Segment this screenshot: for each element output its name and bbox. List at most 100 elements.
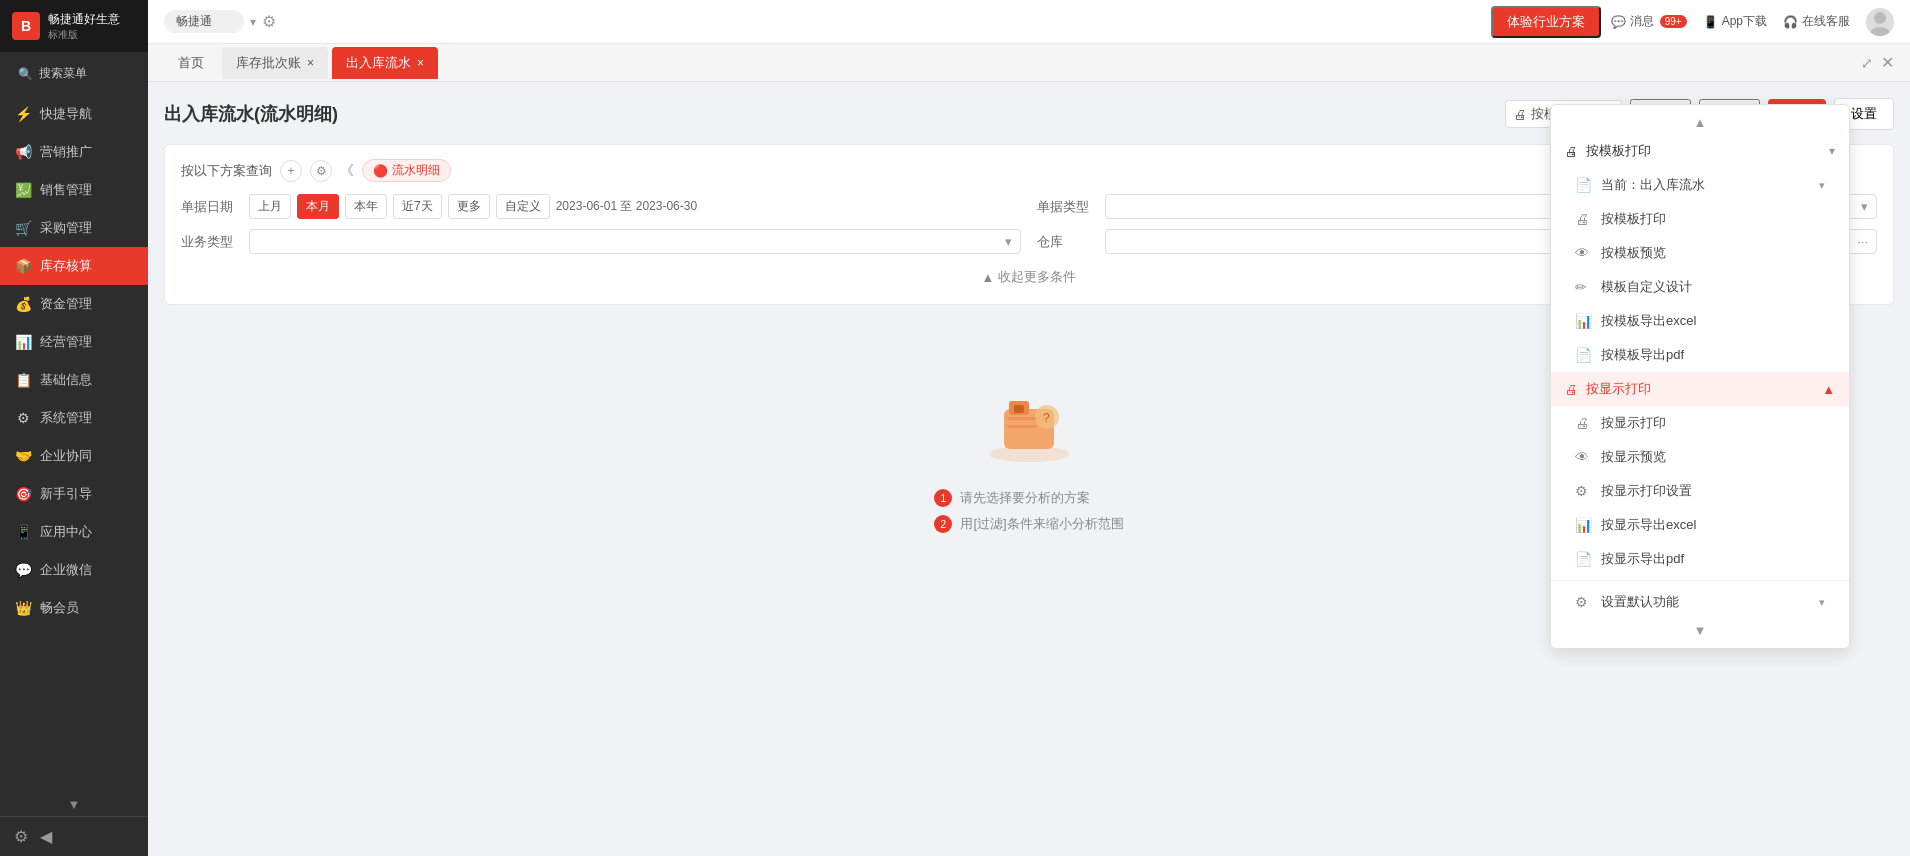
sidebar-scroll-down[interactable]: ▼ — [0, 793, 148, 816]
sidebar-item-inventory[interactable]: 📦 库存核算 — [0, 247, 148, 285]
app-download-icon: 📱 — [1703, 15, 1718, 29]
message-btn[interactable]: 💬 消息 99+ — [1611, 13, 1687, 30]
sidebar-search-area[interactable]: 🔍 搜索菜单 — [0, 52, 148, 95]
print-dropdown: ▲ 🖨 按模板打印 ▾ 📄 当前：出入库流水 ▾ 🖨 按模板打印 👁 按模板预览… — [1550, 104, 1850, 649]
dropdown-scroll-down[interactable]: ▼ — [1551, 619, 1849, 642]
app-name: 畅捷通好生意 — [48, 11, 120, 28]
current-template-label: 当前：出入库流水 — [1601, 176, 1705, 194]
dropdown-display-print[interactable]: 🖨 按显示打印 — [1551, 406, 1849, 440]
avatar[interactable] — [1866, 8, 1894, 36]
service-icon: 🎧 — [1783, 15, 1798, 29]
current-template-icon: 📄 — [1575, 177, 1591, 193]
biz-type-select[interactable]: ▾ — [249, 229, 1021, 254]
tab-flow[interactable]: 出入库流水 × — [332, 47, 438, 79]
step-num-1: 1 — [934, 489, 952, 507]
template-custom-icon: ✏ — [1575, 279, 1591, 295]
dropdown-template-custom[interactable]: ✏ 模板自定义设计 — [1551, 270, 1849, 304]
sidebar-item-label: 快捷导航 — [40, 105, 92, 123]
sidebar-item-label: 库存核算 — [40, 257, 92, 275]
dropdown-display-preview[interactable]: 👁 按显示预览 — [1551, 440, 1849, 474]
sidebar-item-weixin[interactable]: 💬 企业微信 — [0, 551, 148, 589]
dropdown-display-pdf[interactable]: 📄 按显示导出pdf — [1551, 542, 1849, 576]
sidebar-item-marketing[interactable]: 📢 营销推广 — [0, 133, 148, 171]
dropdown-template-print[interactable]: 🖨 按模板打印 — [1551, 202, 1849, 236]
collapse-sidebar-icon[interactable]: ◀ — [40, 827, 52, 846]
display-excel-icon: 📊 — [1575, 517, 1591, 533]
template-print-item-label: 按模板打印 — [1601, 210, 1666, 228]
dropdown-template-excel[interactable]: 📊 按模板导出excel — [1551, 304, 1849, 338]
date-btn-this-month[interactable]: 本月 — [297, 194, 339, 219]
tab-batch-close-icon[interactable]: × — [307, 56, 314, 70]
dropdown-display-excel[interactable]: 📊 按显示导出excel — [1551, 508, 1849, 542]
search-menu-button[interactable]: 🔍 搜索菜单 — [10, 60, 138, 87]
date-btn-7days[interactable]: 近7天 — [393, 194, 442, 219]
filter-collapse-icon[interactable]: 《 — [340, 162, 354, 180]
sidebar-item-quick-nav[interactable]: ⚡ 快捷导航 — [0, 95, 148, 133]
filter-tag-flow[interactable]: 🔴 流水明细 — [362, 159, 451, 182]
date-btn-custom[interactable]: 自定义 — [496, 194, 550, 219]
sidebar-item-finance[interactable]: 💰 资金管理 — [0, 285, 148, 323]
sidebar-item-guide[interactable]: 🎯 新手引导 — [0, 475, 148, 513]
display-excel-label: 按显示导出excel — [1601, 516, 1696, 534]
sidebar-item-app-center[interactable]: 📱 应用中心 — [0, 513, 148, 551]
biz-field-label: 业务类型 — [181, 233, 241, 251]
dropdown-template-pdf[interactable]: 📄 按模板导出pdf — [1551, 338, 1849, 372]
tab-expand-icon[interactable]: ⤢ — [1861, 55, 1873, 71]
tab-batch[interactable]: 库存批次账 × — [222, 47, 328, 79]
template-preview-label: 按模板预览 — [1601, 244, 1666, 262]
sidebar-item-purchase[interactable]: 🛒 采购管理 — [0, 209, 148, 247]
online-service-btn[interactable]: 🎧 在线客服 — [1783, 13, 1850, 30]
sales-icon: 💹 — [14, 181, 32, 199]
system-icon: ⚙ — [14, 409, 32, 427]
member-icon: 👑 — [14, 599, 32, 617]
search-menu-label: 搜索菜单 — [39, 65, 87, 82]
date-btn-this-year[interactable]: 本年 — [345, 194, 387, 219]
date-btn-last-month[interactable]: 上月 — [249, 194, 291, 219]
sidebar-item-label: 企业协同 — [40, 447, 92, 465]
sidebar-item-label: 畅会员 — [40, 599, 79, 617]
date-btn-more[interactable]: 更多 — [448, 194, 490, 219]
sidebar-item-operations[interactable]: 📊 经营管理 — [0, 323, 148, 361]
sidebar-item-basics[interactable]: 📋 基础信息 — [0, 361, 148, 399]
set-default-arrow: ▾ — [1819, 596, 1825, 609]
tab-close-all-icon[interactable]: ✕ — [1881, 53, 1894, 72]
dropdown-scroll-up[interactable]: ▲ — [1551, 111, 1849, 134]
sidebar-item-system[interactable]: ⚙ 系统管理 — [0, 399, 148, 437]
sidebar-menu: ⚡ 快捷导航 📢 营销推广 💹 销售管理 🛒 采购管理 📦 库存核算 💰 资金管… — [0, 95, 148, 793]
sidebar-item-enterprise[interactable]: 🤝 企业协同 — [0, 437, 148, 475]
dropdown-divider — [1551, 580, 1849, 581]
settings-gear-icon[interactable]: ⚙ — [262, 12, 276, 31]
dropdown-set-default[interactable]: ⚙ 设置默认功能 ▾ — [1551, 585, 1849, 619]
template-excel-label: 按模板导出excel — [1601, 312, 1696, 330]
filter-gear-btn[interactable]: ⚙ — [310, 160, 332, 182]
sidebar-item-label: 销售管理 — [40, 181, 92, 199]
template-section-arrow-icon[interactable]: ▾ — [1829, 144, 1835, 158]
tabs-bar: 首页 库存批次账 × 出入库流水 × ⤢ ✕ — [148, 44, 1910, 82]
experience-btn[interactable]: 体验行业方案 — [1491, 6, 1601, 38]
marketing-icon: 📢 — [14, 143, 32, 161]
dropdown-display-settings[interactable]: ⚙ 按显示打印设置 — [1551, 474, 1849, 508]
app-download-btn[interactable]: 📱 App下载 — [1703, 13, 1767, 30]
filter-add-btn[interactable]: + — [280, 160, 302, 182]
empty-step-2: 2 用[过滤]条件来缩小分析范围 — [934, 515, 1123, 533]
date-options: 上月 本月 本年 近7天 更多 自定义 2023-06-01 至 2023-06… — [249, 194, 1021, 219]
tab-flow-close-icon[interactable]: × — [417, 56, 424, 70]
sidebar-logo: B 畅捷通好生意 标准版 — [0, 0, 148, 52]
dropdown-template-preview[interactable]: 👁 按模板预览 — [1551, 236, 1849, 270]
step-num-2: 2 — [934, 515, 952, 533]
sidebar-item-member[interactable]: 👑 畅会员 — [0, 589, 148, 627]
svg-point-1 — [1870, 27, 1890, 36]
sidebar-item-label: 新手引导 — [40, 485, 92, 503]
dropdown-current-template[interactable]: 📄 当前：出入库流水 ▾ — [1551, 168, 1849, 202]
sidebar-item-label: 经营管理 — [40, 333, 92, 351]
sidebar-item-sales[interactable]: 💹 销售管理 — [0, 171, 148, 209]
filter-biz-field: 业务类型 ▾ — [181, 229, 1021, 254]
dropdown-display-header[interactable]: 🖨 按显示打印 ▲ — [1551, 372, 1849, 406]
settings-icon[interactable]: ⚙ — [14, 827, 28, 846]
display-print-label: 按显示打印 — [1601, 414, 1666, 432]
finance-icon: 💰 — [14, 295, 32, 313]
biz-type-arrow-icon: ▾ — [1005, 234, 1012, 249]
user-dropdown-icon[interactable]: ▾ — [250, 15, 256, 29]
date-range-display: 2023-06-01 至 2023-06-30 — [556, 198, 697, 215]
tab-home[interactable]: 首页 — [164, 47, 218, 79]
